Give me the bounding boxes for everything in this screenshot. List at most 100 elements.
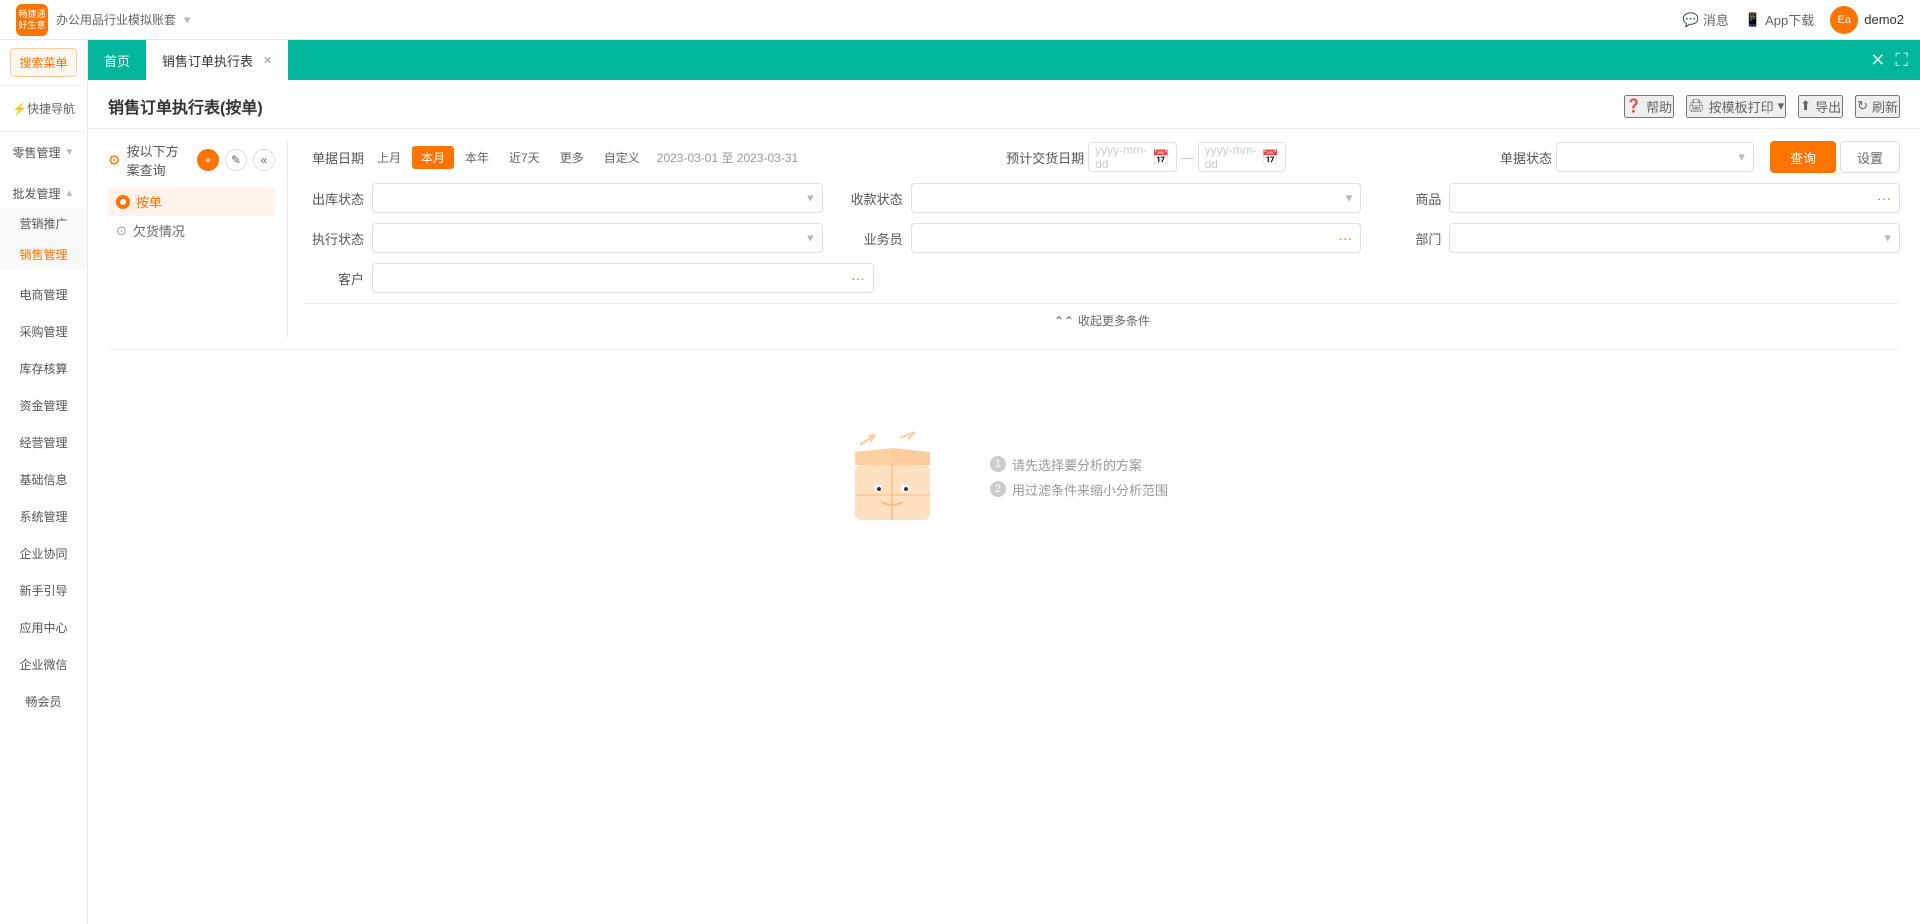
sidebar-purchase[interactable]: 采购管理	[0, 313, 87, 350]
sidebar-member[interactable]: 畅会员	[0, 683, 87, 720]
tab-sales-exec[interactable]: 销售订单执行表 ✕	[146, 40, 288, 80]
sidebar-basic[interactable]: 基础信息	[0, 461, 87, 498]
sidebar-marketing[interactable]: 营销推广	[0, 208, 87, 239]
date-tabs: 上月 本月 本年 近7天 更多 自定义	[368, 146, 649, 169]
empty-content: 1 请先选择要分析的方案 2 用过滤条件来缩小分析范围	[840, 430, 1168, 530]
sidebar-sales-mgmt[interactable]: 销售管理	[0, 239, 87, 270]
out-stock-select[interactable]: ▾	[372, 183, 823, 213]
avatar: Ea	[1830, 6, 1858, 34]
dept-arrow: ▾	[1884, 230, 1891, 246]
scheme-label: 按以下方案查询	[127, 141, 191, 179]
scheme-item-single[interactable]: 按单	[108, 187, 275, 216]
top-bar-left: 畅捷通 好生意 办公用品行业模拟账套 ▾	[16, 4, 191, 36]
sidebar-finance[interactable]: 资金管理	[0, 387, 87, 424]
sidebar-appcenter[interactable]: 应用中心	[0, 609, 87, 646]
receive-status-select[interactable]: ▾	[911, 183, 1362, 213]
tab-home[interactable]: 首页	[88, 40, 146, 80]
status-label: 单据状态	[1492, 148, 1552, 167]
goods-input[interactable]: ···	[1449, 183, 1900, 213]
date-tab-7days[interactable]: 近7天	[500, 146, 549, 169]
filter-goods: 商品 ···	[1381, 183, 1900, 213]
logo: 畅捷通 好生意	[16, 4, 48, 36]
salesman-input[interactable]: ···	[911, 223, 1362, 253]
page-content: 销售订单执行表(按单) ❓ 帮助 🖨 按模板打印 ▾ ⬆	[88, 80, 1920, 924]
tab-close-icon[interactable]: ✕	[263, 54, 272, 67]
tab-home-label: 首页	[104, 51, 130, 70]
status-dropdown-icon: ▾	[1738, 149, 1745, 165]
empty-illustration	[840, 430, 950, 530]
setting-btn[interactable]: 设置	[1840, 141, 1900, 173]
filter-receive-status: 收款状态 ▾	[843, 183, 1362, 213]
cal-to-icon: 📅	[1262, 149, 1279, 166]
status-select[interactable]: ▾	[1556, 142, 1754, 172]
sidebar-wechat[interactable]: 企业微信	[0, 646, 87, 683]
filter-exec-status: 执行状态 ▾	[304, 223, 823, 253]
print-btn[interactable]: 🖨 按模板打印 ▾	[1686, 95, 1786, 118]
dept-select[interactable]: ▾	[1449, 223, 1900, 253]
forecast-date-from[interactable]: yyyy-mm-dd 📅	[1088, 142, 1176, 172]
sidebar-newbie[interactable]: 新手引导	[0, 572, 87, 609]
tab-close-btn[interactable]: ✕	[1870, 50, 1885, 71]
tab-bar: 首页 销售订单执行表 ✕ ✕ ⛶	[88, 40, 1920, 80]
help-btn[interactable]: ❓ 帮助	[1624, 95, 1674, 118]
owe-item[interactable]: ⊙ 欠货情况	[108, 216, 275, 245]
scheme-icon: ⚙	[108, 152, 121, 169]
logo-text: 畅捷通 好生意	[18, 9, 45, 31]
tip1-num: 1	[990, 456, 1006, 472]
filter-area: ⚙ 按以下方案查询 + ✎ «	[88, 129, 1920, 349]
date-tab-last-month[interactable]: 上月	[368, 146, 410, 169]
edit-scheme-btn[interactable]: ✎	[225, 149, 247, 171]
exec-status-select[interactable]: ▾	[372, 223, 823, 253]
sidebar-system[interactable]: 系统管理	[0, 498, 87, 535]
collapse-label: 收起更多条件	[1078, 312, 1150, 329]
receive-status-label: 收款状态	[843, 189, 903, 208]
print-label: 按模板打印	[1709, 97, 1774, 116]
top-bar: 畅捷通 好生意 办公用品行业模拟账套 ▾ 💬 消息 📱 App下载 Ea dem…	[0, 0, 1920, 40]
sidebar-search-area: 搜索菜单	[0, 40, 87, 86]
quick-nav-btn[interactable]: ⚡ 快捷导航	[0, 92, 87, 125]
app-download-btn[interactable]: 📱 App下载	[1745, 10, 1814, 29]
sidebar-operation[interactable]: 经营管理	[0, 424, 87, 461]
date-filter-row: 单据日期 上月 本月 本年 近7天 更多 自定义 2023-03-01 至 20…	[304, 141, 1900, 173]
date-tab-custom[interactable]: 自定义	[595, 146, 649, 169]
collapse-up-icon: ⌃⌃	[1054, 314, 1074, 328]
date-sep: —	[1181, 150, 1194, 165]
sidebar-cooperation[interactable]: 企业协同	[0, 535, 87, 572]
query-btn[interactable]: 查询	[1770, 141, 1836, 173]
tab-expand-btn[interactable]: ⛶	[1895, 50, 1908, 71]
collapse-scheme-btn[interactable]: «	[253, 149, 275, 171]
cal-from-icon: 📅	[1152, 149, 1169, 166]
filter-row3: 客户 ···	[304, 263, 1900, 293]
quick-nav-icon: ⚡	[12, 102, 27, 116]
retail-label: 零售管理	[13, 144, 61, 161]
user-area[interactable]: Ea demo2	[1830, 6, 1904, 34]
wholesale-arrow: ▲	[65, 188, 75, 199]
collapse-btn[interactable]: ⌃⌃ 收起更多条件	[1054, 312, 1150, 329]
quick-nav-label: 快捷导航	[27, 100, 75, 117]
collapse-bar: ⌃⌃ 收起更多条件	[304, 303, 1900, 337]
sidebar-ecommerce[interactable]: 电商管理	[0, 276, 87, 313]
empty-tip-1: 1 请先选择要分析的方案	[990, 455, 1168, 474]
tip2-text: 用过滤条件来缩小分析范围	[1012, 480, 1168, 499]
app-dropdown-icon[interactable]: ▾	[184, 12, 191, 28]
date-tab-more[interactable]: 更多	[551, 146, 593, 169]
forecast-date-to[interactable]: yyyy-mm-dd 📅	[1198, 142, 1286, 172]
mobile-icon: 📱	[1745, 12, 1761, 28]
retail-arrow: ▼	[65, 147, 75, 158]
date-tab-this-month[interactable]: 本月	[412, 146, 454, 169]
customer-input[interactable]: ···	[372, 263, 874, 293]
filter-grid-row1: 出库状态 ▾ 收款状态	[304, 183, 1900, 213]
message-btn[interactable]: 💬 消息	[1683, 10, 1729, 29]
date-tab-this-year[interactable]: 本年	[456, 146, 498, 169]
add-scheme-btn[interactable]: +	[197, 149, 219, 171]
sidebar-menu: 零售管理 ▼ 批发管理 ▲ 营销推广 销售管理 电商管理	[0, 132, 87, 924]
page-header: 销售订单执行表(按单) ❓ 帮助 🖨 按模板打印 ▾ ⬆	[88, 80, 1920, 129]
export-btn[interactable]: ⬆ 导出	[1798, 95, 1843, 118]
export-icon: ⬆	[1800, 98, 1811, 114]
receive-status-arrow: ▾	[1346, 190, 1353, 206]
refresh-btn[interactable]: ↻ 刷新	[1855, 95, 1900, 118]
search-menu-btn[interactable]: 搜索菜单	[10, 48, 77, 77]
sidebar-inventory[interactable]: 库存核算	[0, 350, 87, 387]
app-title: 办公用品行业模拟账套	[56, 11, 176, 28]
page-title: 销售订单执行表(按单)	[108, 94, 263, 118]
